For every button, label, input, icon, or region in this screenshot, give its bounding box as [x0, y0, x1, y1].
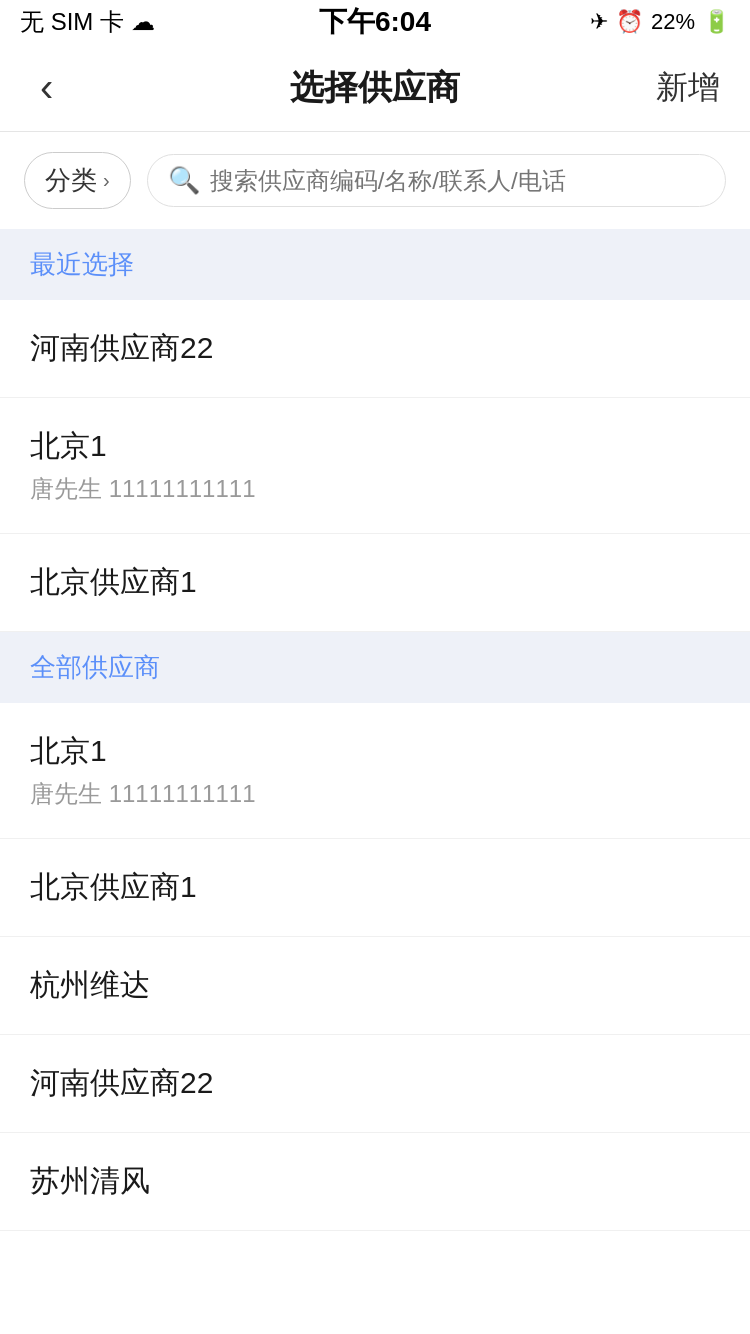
search-box[interactable]: 🔍	[147, 154, 726, 207]
back-button[interactable]: ‹	[30, 55, 63, 120]
all-section-label: 全部供应商	[30, 652, 160, 682]
nav-bar: ‹ 选择供应商 新增	[0, 44, 750, 132]
list-item[interactable]: 杭州维达	[0, 937, 750, 1035]
category-label: 分类	[45, 163, 97, 198]
list-item[interactable]: 苏州清风	[0, 1133, 750, 1231]
item-name: 河南供应商22	[30, 328, 720, 369]
item-name: 苏州清风	[30, 1161, 720, 1202]
item-contact: 唐先生 11111111111	[30, 778, 720, 810]
item-name: 北京1	[30, 731, 720, 772]
list-item[interactable]: 河南供应商22	[0, 1035, 750, 1133]
filter-bar: 分类 › 🔍	[0, 132, 750, 229]
battery-icon: 🔋	[703, 9, 730, 35]
list-item[interactable]: 北京1 唐先生 11111111111	[0, 703, 750, 839]
location-icon: ✈	[590, 9, 608, 35]
alarm-icon: ⏰	[616, 9, 643, 35]
item-name: 河南供应商22	[30, 1063, 720, 1104]
add-button[interactable]: 新增	[656, 66, 720, 110]
sim-status: 无 SIM 卡 ☁	[20, 6, 155, 38]
item-name: 杭州维达	[30, 965, 720, 1006]
item-name: 北京供应商1	[30, 562, 720, 603]
item-name: 北京1	[30, 426, 720, 467]
category-filter-button[interactable]: 分类 ›	[24, 152, 131, 209]
search-input[interactable]	[210, 167, 705, 195]
all-items-list: 北京1 唐先生 11111111111 北京供应商1 杭州维达河南供应商22 苏州清风	[0, 703, 750, 1231]
status-right: ✈ ⏰ 22% 🔋	[590, 9, 730, 35]
search-icon: 🔍	[168, 165, 200, 196]
item-name: 北京供应商1	[30, 867, 720, 908]
status-left: 无 SIM 卡 ☁	[20, 6, 155, 38]
recent-section-header: 最近选择	[0, 229, 750, 300]
battery-level: 22%	[651, 9, 695, 35]
list-item[interactable]: 北京1 唐先生 11111111111	[0, 398, 750, 534]
recent-section-label: 最近选择	[30, 249, 134, 279]
item-contact: 唐先生 11111111111	[30, 473, 720, 505]
page-title: 选择供应商	[290, 65, 460, 111]
all-section-header: 全部供应商	[0, 632, 750, 703]
list-item[interactable]: 河南供应商22	[0, 300, 750, 398]
list-item[interactable]: 北京供应商1	[0, 534, 750, 632]
recent-items-list: 河南供应商22 北京1 唐先生 11111111111 北京供应商1	[0, 300, 750, 632]
status-bar: 无 SIM 卡 ☁ 下午6:04 ✈ ⏰ 22% 🔋	[0, 0, 750, 44]
chevron-right-icon: ›	[103, 169, 110, 192]
list-item[interactable]: 北京供应商1	[0, 839, 750, 937]
status-time: 下午6:04	[319, 3, 431, 41]
